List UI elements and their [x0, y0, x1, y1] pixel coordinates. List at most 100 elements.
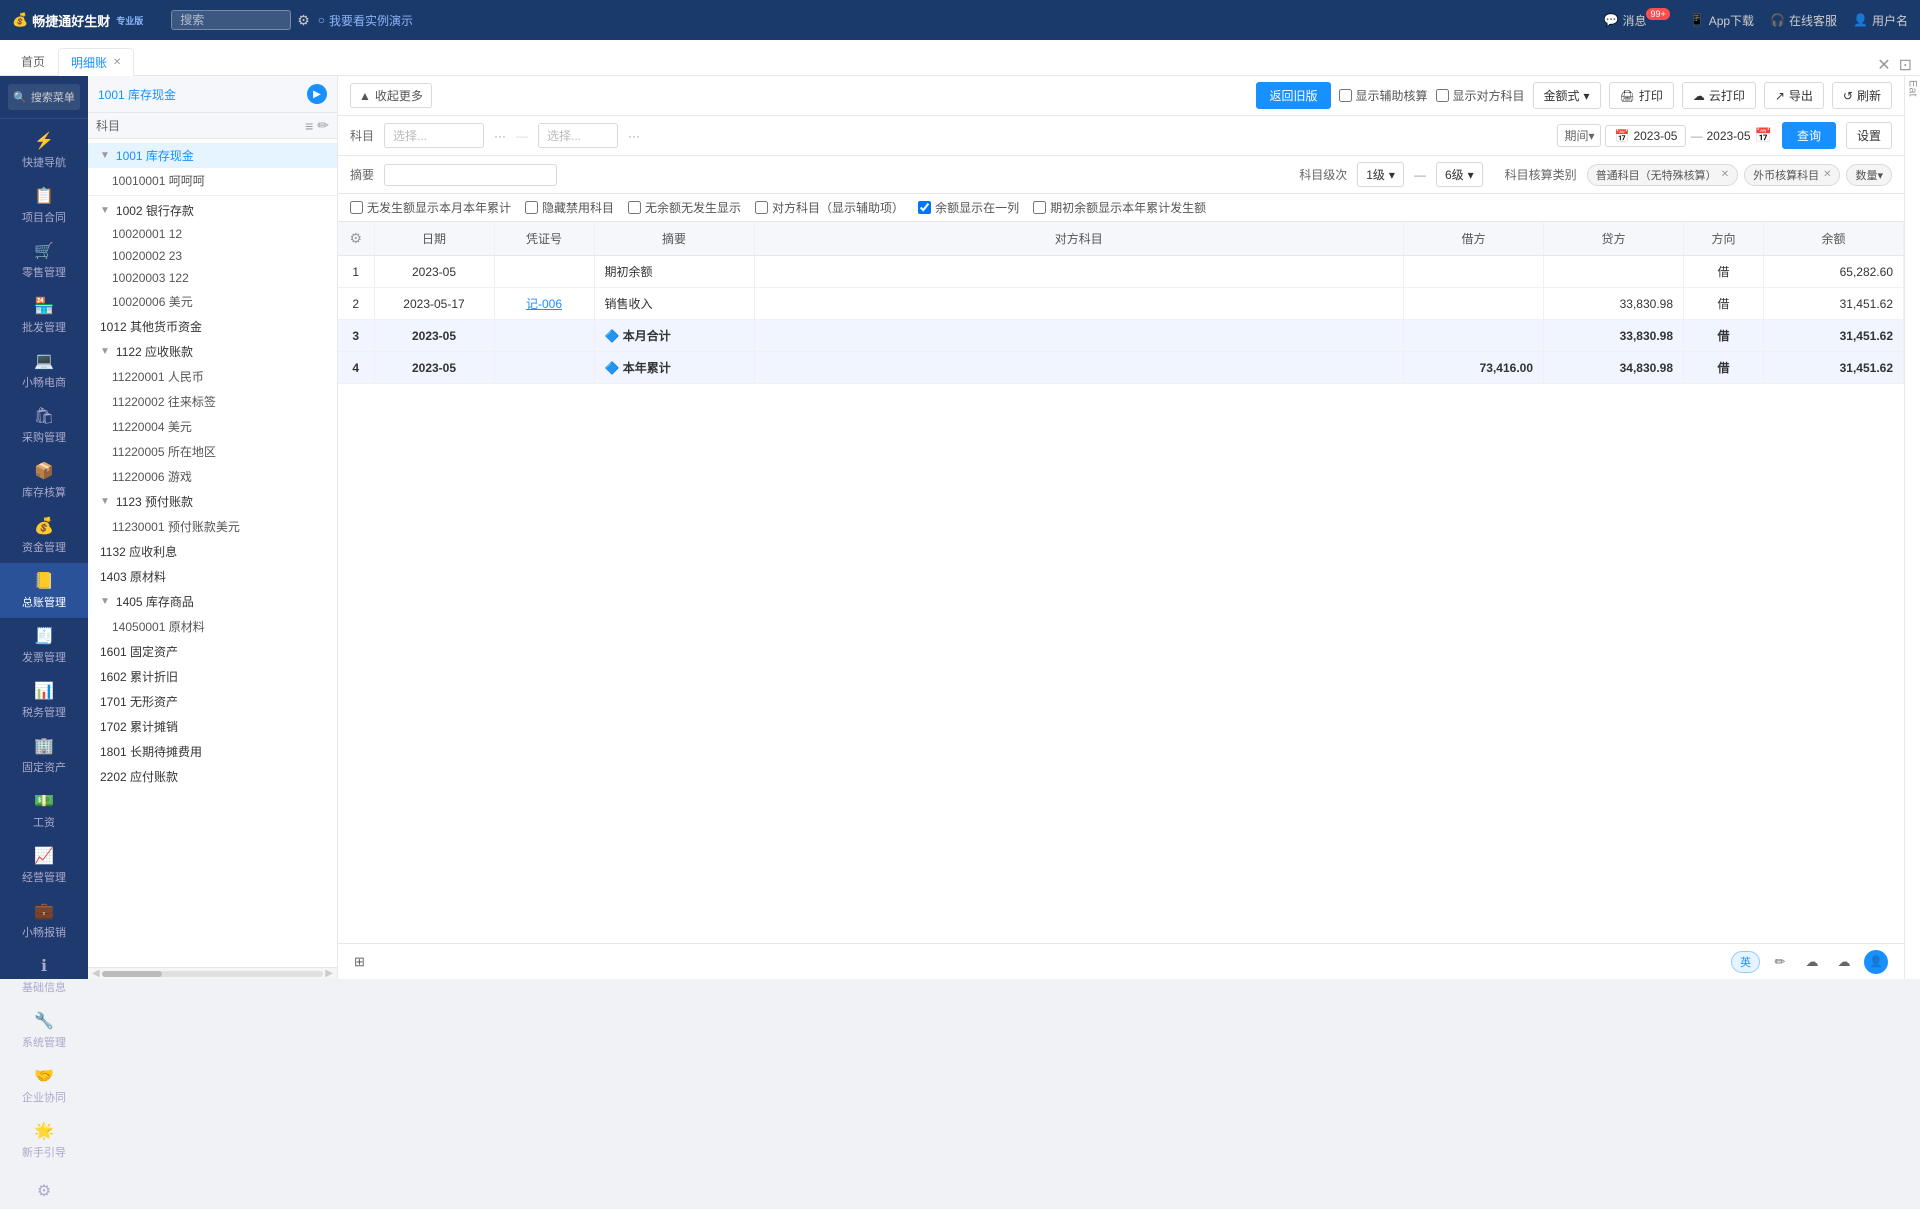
user-profile-btn[interactable]: 👤 用户名: [1853, 12, 1908, 29]
no-zero-balance-checkbox[interactable]: 无余额无发生显示: [628, 199, 741, 216]
tree-item-1701[interactable]: 1701 无形资产: [88, 689, 337, 714]
window-expand-icon[interactable]: ⊡: [1899, 55, 1912, 75]
tree-item-1702[interactable]: 1702 累计摊销: [88, 714, 337, 739]
tree-item-1122[interactable]: ▼ 1122 应收账款: [88, 339, 337, 364]
bottom-tool-1[interactable]: ✏: [1768, 950, 1792, 974]
sidebar-item-invoice[interactable]: 🧾 发票管理: [0, 618, 88, 673]
tree-item-1123[interactable]: ▼ 1123 预付账款: [88, 489, 337, 514]
no-balance-input[interactable]: [350, 201, 363, 214]
voucher-link-2[interactable]: 记-006: [526, 297, 562, 311]
search-menu-btn[interactable]: 🔍 搜索菜单: [8, 84, 80, 110]
print-btn[interactable]: 🖨 打印: [1609, 82, 1674, 109]
notification-btn[interactable]: 💬 消息 99+: [1604, 12, 1674, 29]
tree-item-1002[interactable]: ▼ 1002 银行存款: [88, 198, 337, 223]
lang-switch-btn[interactable]: 英: [1731, 951, 1760, 973]
filter-more-btn[interactable]: ▲ 收起更多: [350, 83, 432, 108]
sidebar-item-project[interactable]: 📋 项目合同: [0, 178, 88, 233]
tree-item-1801[interactable]: 1801 长期待摊费用: [88, 739, 337, 764]
counter-subject-input[interactable]: [755, 201, 768, 214]
tree-item-11230001[interactable]: 11230001 预付账款美元: [88, 514, 337, 539]
tab-close-icon[interactable]: ✕: [113, 57, 121, 68]
tab-home[interactable]: 首页: [8, 47, 58, 75]
show-aux-calc-checkbox[interactable]: 显示辅助核算: [1339, 87, 1428, 104]
sidebar-item-retail[interactable]: 🛒 零售管理: [0, 233, 88, 288]
tree-item-11220004[interactable]: 11220004 美元: [88, 414, 337, 439]
tree-item-1001[interactable]: ▼ 1001 库存现金: [88, 143, 337, 168]
app-download-btn[interactable]: 📱 App下载: [1690, 12, 1754, 29]
balance-one-col-input[interactable]: [918, 201, 931, 214]
show-aux-calc-input[interactable]: [1339, 89, 1352, 102]
show-counter-subject-input[interactable]: [1436, 89, 1449, 102]
tree-item-10010001[interactable]: 10010001 呵呵呵: [88, 168, 337, 193]
tree-item-10020006[interactable]: 10020006 美元: [88, 289, 337, 314]
money-format-btn[interactable]: 金额式 ▾: [1533, 82, 1601, 109]
sidebar-item-system[interactable]: 🔧 系统管理: [0, 1003, 88, 1058]
refresh-btn[interactable]: ↺ 刷新: [1832, 82, 1892, 109]
begin-balance-input[interactable]: [1033, 201, 1046, 214]
sidebar-item-wholesale[interactable]: 🏪 批发管理: [0, 288, 88, 343]
demo-link[interactable]: ○ 我要看实例演示: [318, 12, 413, 29]
summary-input[interactable]: [384, 164, 557, 186]
sidebar-item-ecommerce[interactable]: 💻 小畅电商: [0, 343, 88, 398]
tree-item-1132[interactable]: 1132 应收利息: [88, 539, 337, 564]
counter-subject-checkbox[interactable]: 对方科目（显示辅助项）: [755, 199, 904, 216]
tree-item-11220005[interactable]: 11220005 所在地区: [88, 439, 337, 464]
sidebar-item-capital[interactable]: 💰 资金管理: [0, 508, 88, 563]
tree-item-10020003[interactable]: 10020003 122: [88, 267, 337, 289]
sidebar-item-tax[interactable]: 📊 税务管理: [0, 673, 88, 728]
hide-disabled-input[interactable]: [525, 201, 538, 214]
col-setting[interactable]: ⚙: [338, 222, 374, 256]
begin-balance-checkbox[interactable]: 期初余额显示本年累计发生额: [1033, 199, 1206, 216]
sidebar-settings-btn[interactable]: ⚙: [0, 1172, 88, 1209]
period-label[interactable]: 期间▾: [1557, 124, 1601, 147]
tree-item-1602[interactable]: 1602 累计折旧: [88, 664, 337, 689]
tree-item-11220006[interactable]: 11220006 游戏: [88, 464, 337, 489]
quantity-tag[interactable]: 数量▾: [1846, 164, 1892, 186]
sidebar-item-basic-info[interactable]: ℹ 基础信息: [0, 948, 88, 1003]
calendar-icon-end[interactable]: 📅: [1755, 127, 1772, 144]
tree-item-10020002[interactable]: 10020002 23: [88, 245, 337, 267]
subject-input[interactable]: 选择...: [384, 123, 484, 148]
tag-close-foreign[interactable]: ✕: [1823, 169, 1831, 180]
scroll-right-icon[interactable]: ▶: [325, 968, 333, 979]
no-zero-balance-input[interactable]: [628, 201, 641, 214]
tag-close-normal[interactable]: ✕: [1721, 169, 1729, 180]
tree-item-1012[interactable]: 1012 其他货币资金: [88, 314, 337, 339]
account-nav-btn[interactable]: ▶: [307, 84, 327, 104]
sidebar-item-payroll[interactable]: 💵 工资: [0, 783, 88, 838]
level-start-select[interactable]: 1级 ▾: [1357, 162, 1404, 187]
settings-icon[interactable]: ⚙: [297, 12, 310, 29]
sidebar-item-operations[interactable]: 📈 经营管理: [0, 838, 88, 893]
tree-item-14050001[interactable]: 14050001 原材料: [88, 614, 337, 639]
balance-one-col-checkbox[interactable]: 余额显示在一列: [918, 199, 1019, 216]
sidebar-item-enterprise[interactable]: 🤝 企业协同: [0, 1058, 88, 1113]
sidebar-item-sales[interactable]: 💼 小畅报销: [0, 893, 88, 948]
sidebar-item-purchase[interactable]: 🛍 采购管理: [0, 398, 88, 453]
right-panel[interactable]: Eat: [1904, 76, 1920, 979]
subject-end-input[interactable]: 选择...: [538, 123, 618, 148]
aux-tag-foreign[interactable]: 外币核算科目 ✕: [1744, 164, 1840, 186]
return-old-btn[interactable]: 返回旧版: [1256, 82, 1330, 109]
list-view-icon[interactable]: ≡: [305, 118, 313, 134]
table-setting-icon[interactable]: ⚙: [349, 230, 362, 246]
tree-item-1403[interactable]: 1403 原材料: [88, 564, 337, 589]
level-end-select[interactable]: 6级 ▾: [1436, 162, 1483, 187]
sidebar-item-general-ledger[interactable]: 📒 总账管理: [0, 563, 88, 618]
tree-item-2202[interactable]: 2202 应付账款: [88, 764, 337, 789]
tree-item-1405[interactable]: ▼ 1405 库存商品: [88, 589, 337, 614]
tree-item-11220002[interactable]: 11220002 往来标签: [88, 389, 337, 414]
export-btn[interactable]: ↗ 导出: [1764, 82, 1824, 109]
query-btn[interactable]: 查询: [1782, 122, 1836, 149]
no-balance-checkbox[interactable]: 无发生额显示本月本年累计: [350, 199, 511, 216]
settings-btn[interactable]: 设置: [1846, 122, 1892, 149]
edit-icon[interactable]: ✏: [317, 117, 329, 134]
sidebar-item-quick-nav[interactable]: ⚡ 快捷导航: [0, 123, 88, 178]
bottom-home-icon[interactable]: ⊞: [354, 954, 365, 970]
cloud-print-btn[interactable]: ☁ 云打印: [1682, 82, 1756, 109]
tree-item-10020001[interactable]: 10020001 12: [88, 223, 337, 245]
sidebar-item-fixed-assets[interactable]: 🏢 固定资产: [0, 728, 88, 783]
search-input[interactable]: [171, 10, 291, 30]
hide-disabled-checkbox[interactable]: 隐藏禁用科目: [525, 199, 614, 216]
sidebar-item-inventory[interactable]: 📦 库存核算: [0, 453, 88, 508]
aux-tag-normal[interactable]: 普通科目（无特殊核算） ✕: [1587, 164, 1738, 186]
